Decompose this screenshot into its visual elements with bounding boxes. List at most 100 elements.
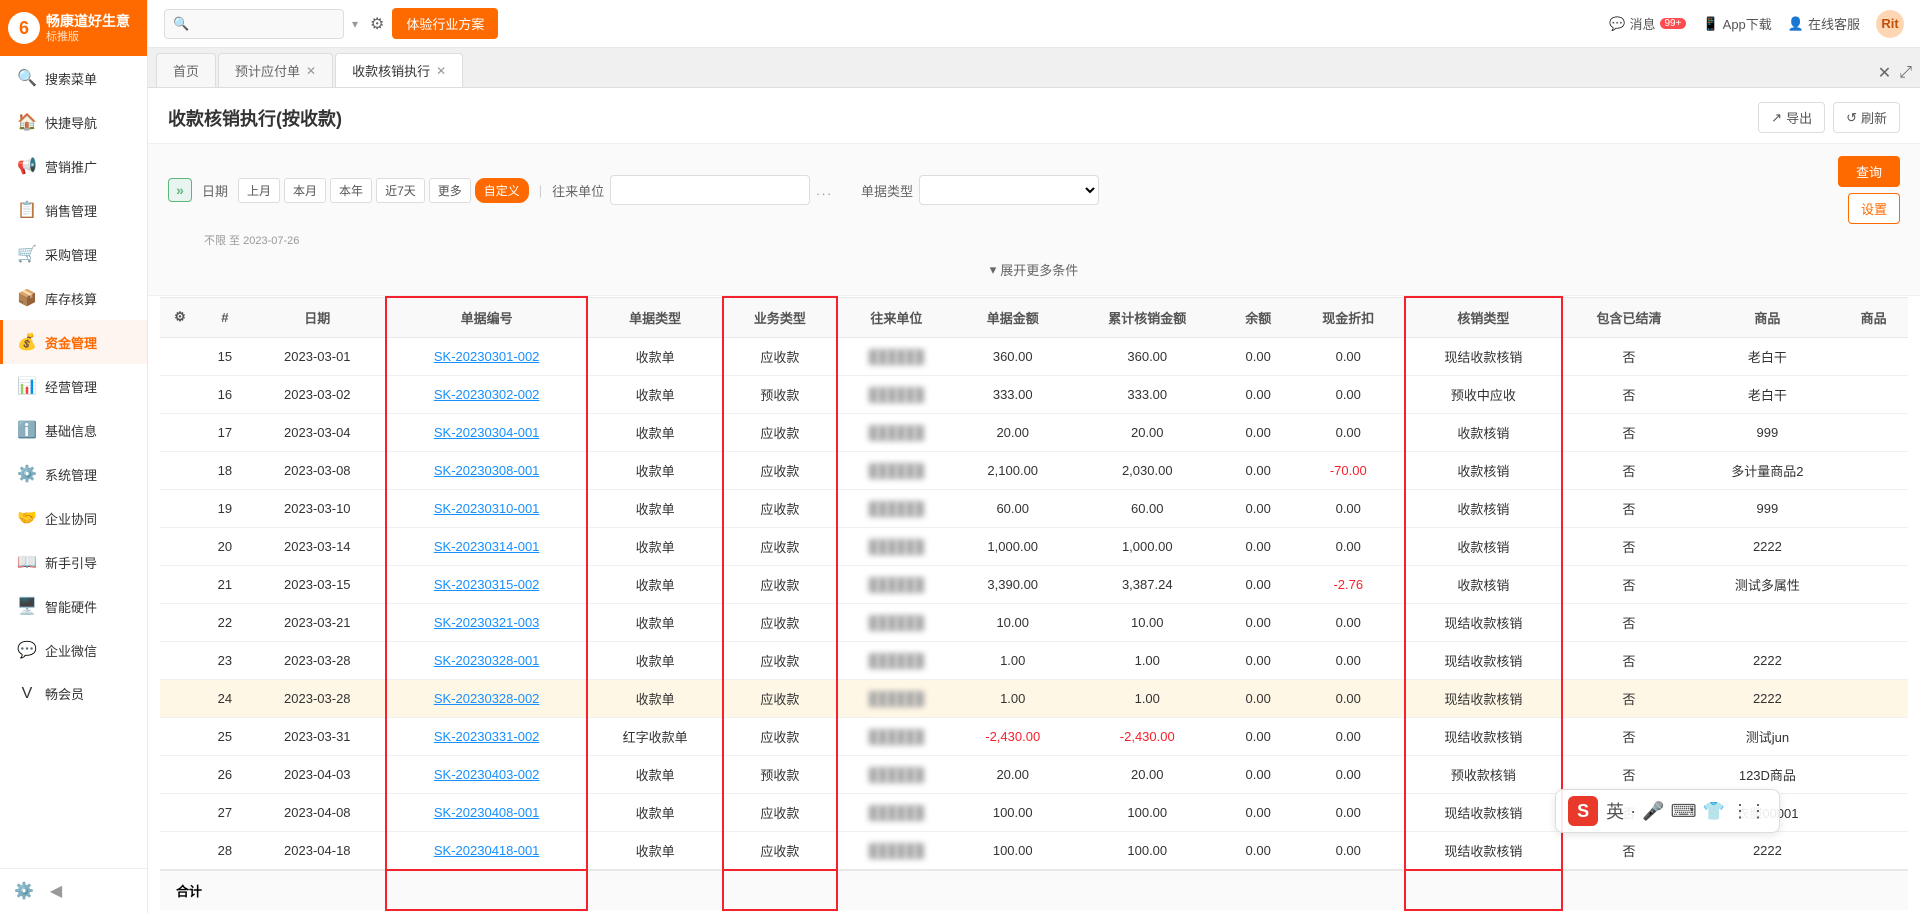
sidebar-item-sales[interactable]: 📋销售管理 [0, 188, 147, 232]
table-row[interactable]: 23 2023-03-28 SK-20230328-001 收款单 应收款 ██… [160, 642, 1908, 680]
sidebar-item-finance[interactable]: 💰资金管理 [0, 320, 147, 364]
table-row[interactable]: 16 2023-03-02 SK-20230302-002 收款单 预收款 ██… [160, 376, 1908, 414]
table-row[interactable]: 19 2023-03-10 SK-20230310-001 收款单 应收款 ██… [160, 490, 1908, 528]
sidebar-item-inventory[interactable]: 📦库存核算 [0, 276, 147, 320]
date-btn-本月[interactable]: 本月 [284, 178, 326, 203]
td-voucher-no[interactable]: SK-20230328-002 [386, 680, 588, 718]
sidebar-item-marketing[interactable]: 📢营销推广 [0, 144, 147, 188]
date-btn-近7天[interactable]: 近7天 [376, 178, 425, 203]
notification-item[interactable]: 💬 消息 99+ [1609, 14, 1686, 33]
td-date: 2023-03-02 [250, 376, 386, 414]
query-button[interactable]: 查询 [1838, 156, 1900, 187]
watermark-keyboard-icon[interactable]: ⌨ [1671, 801, 1697, 822]
table-row[interactable]: 21 2023-03-15 SK-20230315-002 收款单 应收款 ██… [160, 566, 1908, 604]
table-row[interactable]: 20 2023-03-14 SK-20230314-001 收款单 应收款 ██… [160, 528, 1908, 566]
th-balance: 余额 [1224, 297, 1293, 338]
watermark-english-icon[interactable]: 英 [1606, 798, 1624, 824]
sidebar-item-search[interactable]: 🔍搜索菜单 [0, 56, 147, 100]
td-counterparty: ██████ [837, 490, 955, 528]
refresh-button[interactable]: ↺ 刷新 [1833, 102, 1900, 133]
filter-settings-button[interactable]: 设置 [1848, 193, 1900, 224]
topbar-gear-icon[interactable]: ⚙ [370, 14, 384, 34]
td-voucher-no[interactable]: SK-20230310-001 [386, 490, 588, 528]
td-voucher-no[interactable]: SK-20230308-001 [386, 452, 588, 490]
td-settings [160, 566, 200, 604]
td-voucher-no[interactable]: SK-20230418-001 [386, 832, 588, 871]
filter-expand-button[interactable]: » [168, 178, 192, 202]
sidebar-item-guide[interactable]: 📖新手引导 [0, 540, 147, 584]
online-service-item[interactable]: 👤 在线客服 [1788, 14, 1860, 33]
td-settings [160, 832, 200, 871]
tab-close-payable[interactable]: ✕ [306, 64, 316, 78]
watermark-grid-icon[interactable]: ⋮⋮ [1731, 801, 1767, 822]
th-settings[interactable]: ⚙ [160, 297, 200, 338]
tab-payable[interactable]: 预计应付单✕ [218, 53, 333, 87]
td-voucher-no[interactable]: SK-20230314-001 [386, 528, 588, 566]
sidebar-item-operations[interactable]: 📊经营管理 [0, 364, 147, 408]
tab-close-all-button[interactable]: ✕ [1878, 63, 1891, 83]
collapse-icon[interactable]: ◀ [50, 881, 62, 901]
td-biz-type: 应收款 [723, 566, 837, 604]
voucher-type-select[interactable] [919, 175, 1099, 205]
td-voucher-no[interactable]: SK-20230331-002 [386, 718, 588, 756]
topbar-chevron[interactable]: ▾ [352, 17, 358, 31]
td-no: 19 [200, 490, 250, 528]
table-row[interactable]: 26 2023-04-03 SK-20230403-002 收款单 预收款 ██… [160, 756, 1908, 794]
td-amount: 100.00 [955, 832, 1071, 871]
sidebar-item-member[interactable]: V畅会员 [0, 672, 147, 715]
td-voucher-no[interactable]: SK-20230321-003 [386, 604, 588, 642]
sidebar-item-wechat[interactable]: 💬企业微信 [0, 628, 147, 672]
td-biz-type: 应收款 [723, 680, 837, 718]
app-download-item[interactable]: 📱 App下载 [1702, 14, 1771, 33]
notification-icon: 💬 [1609, 16, 1625, 32]
logo-text: 畅康道好生意 标推版 [46, 12, 130, 44]
td-balance: 0.00 [1224, 490, 1293, 528]
td-settings [160, 718, 200, 756]
date-btn-custom[interactable]: 自定义 [475, 178, 529, 203]
table-row[interactable]: 18 2023-03-08 SK-20230308-001 收款单 应收款 ██… [160, 452, 1908, 490]
table-row[interactable]: 15 2023-03-01 SK-20230301-002 收款单 应收款 ██… [160, 338, 1908, 376]
date-btn-更多[interactable]: 更多 [429, 178, 471, 203]
td-voucher-no[interactable]: SK-20230403-002 [386, 756, 588, 794]
sidebar-item-quick[interactable]: 🏠快捷导航 [0, 100, 147, 144]
td-no: 22 [200, 604, 250, 642]
td-voucher-no[interactable]: SK-20230315-002 [386, 566, 588, 604]
sidebar-item-enterprise[interactable]: 🤝企业协同 [0, 496, 147, 540]
td-total-cancel: 1.00 [1071, 680, 1224, 718]
sidebar-item-hardware[interactable]: 🖥️智能硬件 [0, 584, 147, 628]
table-row[interactable]: 25 2023-03-31 SK-20230331-002 红字收款单 应收款 … [160, 718, 1908, 756]
user-avatar[interactable]: Rit [1876, 10, 1904, 38]
td-voucher-no[interactable]: SK-20230304-001 [386, 414, 588, 452]
td-balance: 0.00 [1224, 680, 1293, 718]
table-row[interactable]: 17 2023-03-04 SK-20230304-001 收款单 应收款 ██… [160, 414, 1908, 452]
tab-expand-button[interactable]: ⤢ [1899, 64, 1912, 82]
td-voucher-no[interactable]: SK-20230408-001 [386, 794, 588, 832]
date-btn-上月[interactable]: 上月 [238, 178, 280, 203]
date-btn-本年[interactable]: 本年 [330, 178, 372, 203]
table-row[interactable]: 28 2023-04-18 SK-20230418-001 收款单 应收款 ██… [160, 832, 1908, 871]
td-goods2 [1839, 642, 1908, 680]
td-voucher-type: 收款单 [587, 832, 722, 871]
td-cancel-type: 收款核销 [1405, 452, 1562, 490]
td-amount: 1.00 [955, 680, 1071, 718]
sidebar-item-basic[interactable]: ℹ️基础信息 [0, 408, 147, 452]
td-settings [160, 490, 200, 528]
sidebar-item-purchase[interactable]: 🛒采购管理 [0, 232, 147, 276]
watermark-shirt-icon[interactable]: 👕 [1703, 801, 1725, 822]
industry-solution-button[interactable]: 体验行业方案 [392, 8, 498, 39]
tab-home[interactable]: 首页 [156, 53, 216, 87]
tab-close-receipt[interactable]: ✕ [436, 64, 446, 78]
watermark-mic-icon[interactable]: 🎤 [1642, 801, 1664, 822]
settings-footer-icon[interactable]: ⚙️ [14, 881, 34, 901]
topbar-search[interactable]: 🔍 [164, 9, 344, 39]
export-button[interactable]: ↗ 导出 [1758, 102, 1825, 133]
table-row[interactable]: 24 2023-03-28 SK-20230328-002 收款单 应收款 ██… [160, 680, 1908, 718]
expand-more-row[interactable]: ▾ 展开更多条件 [168, 256, 1900, 283]
td-voucher-no[interactable]: SK-20230301-002 [386, 338, 588, 376]
counterparty-input[interactable] [610, 175, 810, 205]
sidebar-item-system[interactable]: ⚙️系统管理 [0, 452, 147, 496]
td-voucher-no[interactable]: SK-20230302-002 [386, 376, 588, 414]
table-row[interactable]: 22 2023-03-21 SK-20230321-003 收款单 应收款 ██… [160, 604, 1908, 642]
td-voucher-no[interactable]: SK-20230328-001 [386, 642, 588, 680]
tab-receipt[interactable]: 收款核销执行✕ [335, 53, 463, 87]
